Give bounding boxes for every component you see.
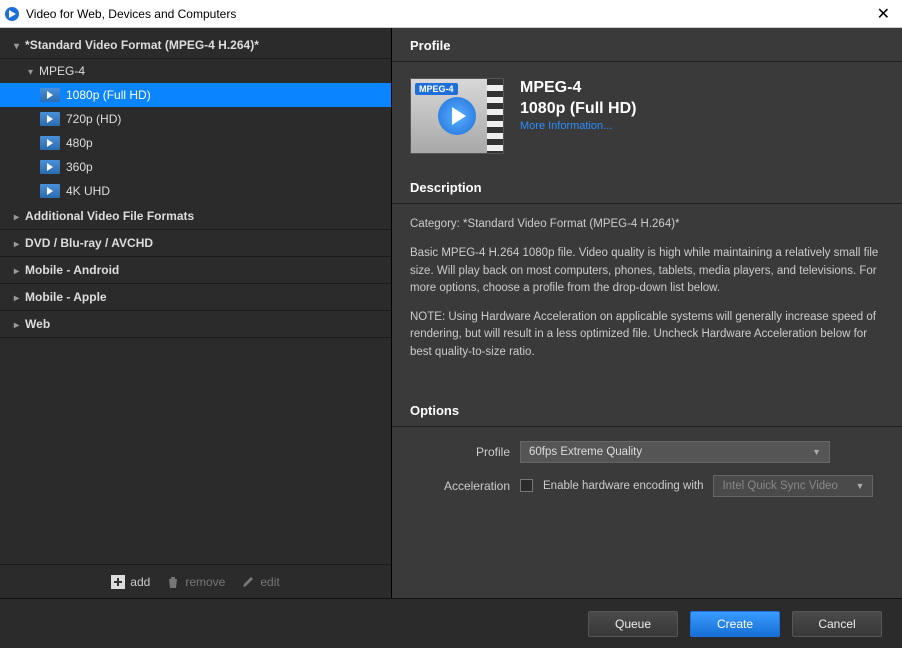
titlebar: Video for Web, Devices and Computers ✕ [0, 0, 902, 28]
video-thumb-icon [40, 160, 60, 174]
tree-item-label: 360p [66, 160, 93, 174]
profile-title-line2: 1080p (Full HD) [520, 99, 636, 120]
plus-icon [111, 575, 125, 589]
options-section-title: Options [392, 393, 902, 427]
play-icon [438, 97, 476, 135]
remove-label: remove [185, 575, 225, 589]
description-body: Category: *Standard Video Format (MPEG-4… [392, 204, 902, 393]
encoder-select-value: Intel Quick Sync Video [722, 480, 838, 492]
tree-item-360p[interactable]: 360p [0, 155, 391, 179]
profile-select[interactable]: 60fps Extreme Quality ▼ [520, 441, 830, 463]
tree-item-1080p[interactable]: 1080p (Full HD) [0, 83, 391, 107]
tree-group-additional[interactable]: Additional Video File Formats [0, 203, 391, 230]
tree-group-android[interactable]: Mobile - Android [0, 257, 391, 284]
description-para2: NOTE: Using Hardware Acceleration on app… [410, 309, 884, 361]
profile-title-line1: MPEG-4 [520, 78, 636, 99]
tree-item-label: 1080p (Full HD) [66, 88, 151, 102]
sidebar-toolbar: add remove edit [0, 564, 391, 598]
format-tree: *Standard Video Format (MPEG-4 H.264)* M… [0, 28, 391, 564]
add-label: add [130, 575, 150, 589]
profile-text: MPEG-4 1080p (Full HD) More Information.… [520, 78, 636, 132]
filmstrip-icon [487, 79, 503, 153]
tree-item-label: 480p [66, 136, 93, 150]
profile-thumbnail: MPEG-4 [410, 78, 504, 154]
format-badge: MPEG-4 [415, 83, 458, 95]
encoder-select[interactable]: Intel Quick Sync Video ▼ [713, 475, 873, 497]
profile-section-title: Profile [392, 28, 902, 62]
description-para1: Basic MPEG-4 H.264 1080p file. Video qua… [410, 245, 884, 297]
tree-group-apple[interactable]: Mobile - Apple [0, 284, 391, 311]
profile-body: MPEG-4 MPEG-4 1080p (Full HD) More Infor… [392, 62, 902, 170]
description-category: Category: *Standard Video Format (MPEG-4… [410, 216, 884, 233]
edit-button[interactable]: edit [241, 575, 279, 589]
tree-group-web[interactable]: Web [0, 311, 391, 338]
tree-item-label: 4K UHD [66, 184, 110, 198]
content-panel: Profile MPEG-4 MPEG-4 1080p (Full HD) Mo… [392, 28, 902, 598]
dialog-footer: Queue Create Cancel [0, 598, 902, 648]
app-icon [4, 6, 20, 22]
tree-subgroup-mpeg4[interactable]: MPEG-4 [0, 59, 391, 83]
chevron-down-icon: ▼ [812, 447, 821, 457]
video-thumb-icon [40, 112, 60, 126]
tree-item-label: 720p (HD) [66, 112, 121, 126]
remove-button[interactable]: remove [166, 575, 225, 589]
add-button[interactable]: add [111, 575, 150, 589]
window-title: Video for Web, Devices and Computers [26, 7, 869, 21]
tree-item-480p[interactable]: 480p [0, 131, 391, 155]
hardware-encoding-label: Enable hardware encoding with [543, 480, 703, 492]
profile-option-label: Profile [410, 445, 510, 459]
tree-item-4k[interactable]: 4K UHD [0, 179, 391, 203]
video-thumb-icon [40, 184, 60, 198]
tree-group-standard[interactable]: *Standard Video Format (MPEG-4 H.264)* [0, 32, 391, 59]
chevron-down-icon: ▼ [856, 481, 865, 491]
tree-item-720p[interactable]: 720p (HD) [0, 107, 391, 131]
create-button[interactable]: Create [690, 611, 780, 637]
description-section-title: Description [392, 170, 902, 204]
tree-group-dvd[interactable]: DVD / Blu-ray / AVCHD [0, 230, 391, 257]
queue-button[interactable]: Queue [588, 611, 678, 637]
cancel-button[interactable]: Cancel [792, 611, 882, 637]
acceleration-option-label: Acceleration [410, 479, 510, 493]
edit-label: edit [260, 575, 279, 589]
more-info-link[interactable]: More Information... [520, 120, 636, 132]
hardware-encoding-checkbox[interactable] [520, 479, 533, 492]
pencil-icon [241, 575, 255, 589]
video-thumb-icon [40, 136, 60, 150]
sidebar: *Standard Video Format (MPEG-4 H.264)* M… [0, 28, 392, 598]
video-thumb-icon [40, 88, 60, 102]
trash-icon [166, 575, 180, 589]
options-body: Profile 60fps Extreme Quality ▼ Accelera… [392, 427, 902, 531]
close-icon[interactable]: ✕ [869, 4, 898, 24]
profile-select-value: 60fps Extreme Quality [529, 446, 642, 458]
